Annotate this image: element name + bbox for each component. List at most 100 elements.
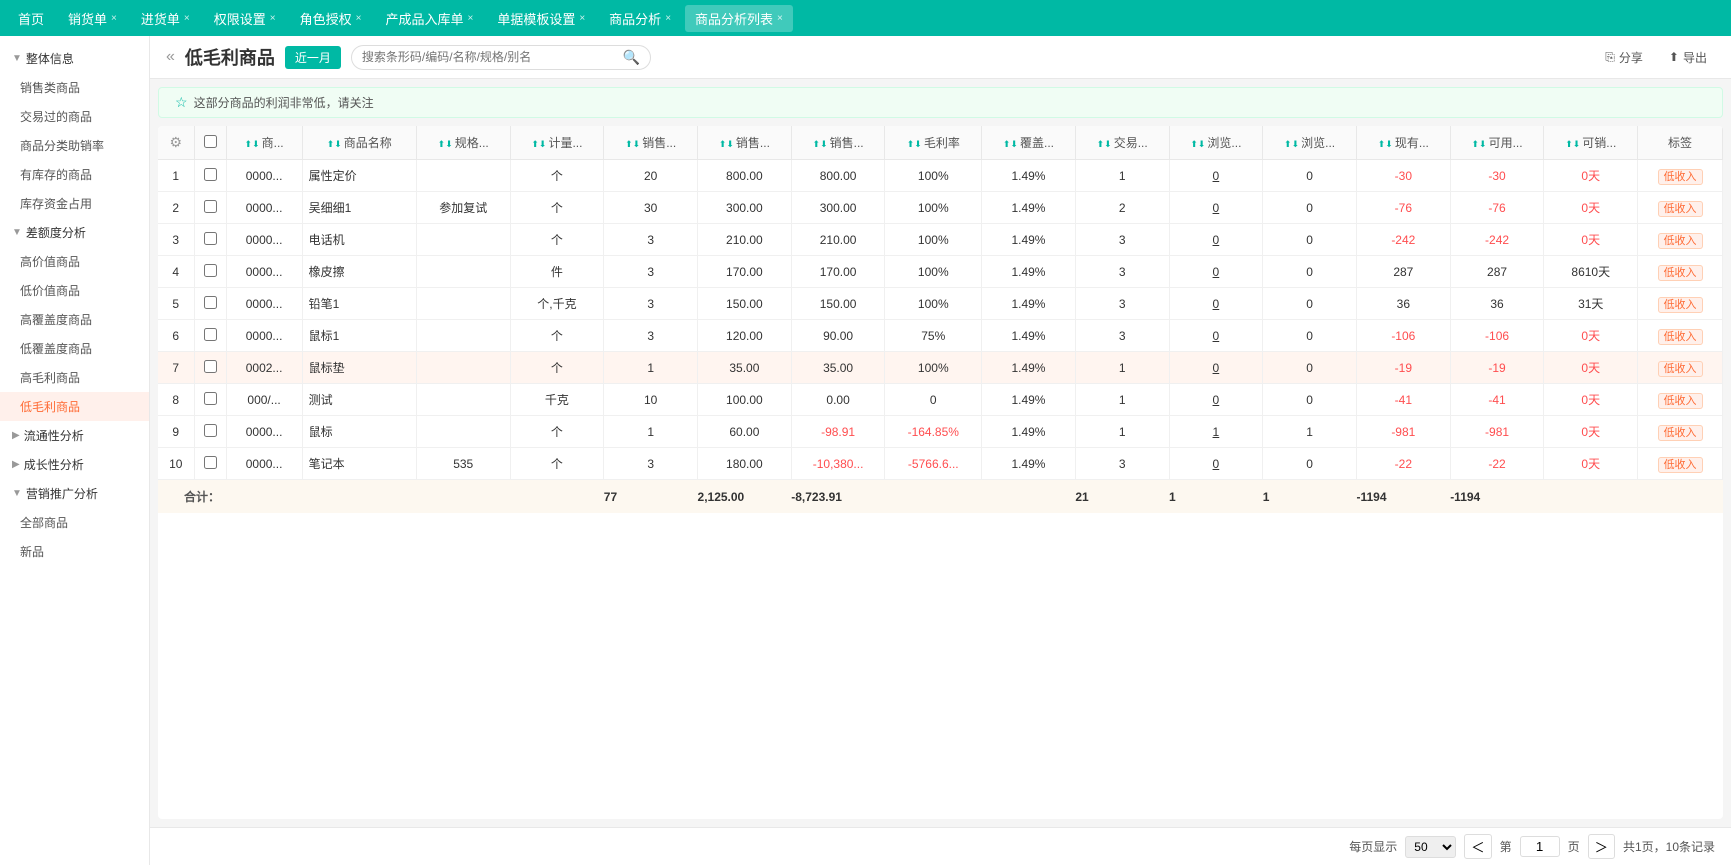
col-tag-header[interactable]: 标签 <box>1638 126 1723 160</box>
sidebar-item-new-goods[interactable]: 新品 <box>0 537 149 566</box>
row-checkbox[interactable] <box>204 328 217 341</box>
col-sales-count-header[interactable]: ⬆⬇销售... <box>604 126 698 160</box>
nav-templates-close[interactable]: × <box>579 13 585 24</box>
row-checkbox[interactable] <box>204 264 217 277</box>
sidebar-item-high-value[interactable]: 高价值商品 <box>0 247 149 276</box>
cell-checkbox[interactable] <box>194 416 226 448</box>
row-checkbox[interactable] <box>204 296 217 309</box>
sidebar-item-category-rate[interactable]: 商品分类助销率 <box>0 131 149 160</box>
cell-browse1[interactable]: 0 <box>1169 256 1263 288</box>
search-icon[interactable]: 🔍 <box>622 49 639 66</box>
sidebar-item-sales-goods[interactable]: 销售类商品 <box>0 73 149 102</box>
col-checkbox[interactable] <box>194 126 226 160</box>
share-button[interactable]: ⎘ 分享 <box>1597 46 1651 69</box>
cell-browse1[interactable]: 0 <box>1169 384 1263 416</box>
sidebar-item-low-margin[interactable]: 低毛利商品 <box>0 392 149 421</box>
export-button[interactable]: ⬆ 导出 <box>1661 46 1715 69</box>
nav-sales[interactable]: 销货单 × <box>58 5 127 32</box>
select-all-checkbox[interactable] <box>204 135 217 148</box>
browse1-link[interactable]: 0 <box>1213 201 1220 215</box>
cell-checkbox[interactable] <box>194 320 226 352</box>
col-browse2-header[interactable]: ⬆⬇浏览... <box>1263 126 1357 160</box>
col-available-header[interactable]: ⬆⬇可用... <box>1450 126 1544 160</box>
prev-page-button[interactable]: ＜ <box>1464 834 1491 859</box>
cell-browse1[interactable]: 0 <box>1169 160 1263 192</box>
cell-browse1[interactable]: 0 <box>1169 288 1263 320</box>
cell-browse1[interactable]: 0 <box>1169 320 1263 352</box>
col-settings[interactable]: ⚙ <box>158 126 194 160</box>
nav-permissions-close[interactable]: × <box>270 13 276 24</box>
cell-checkbox[interactable] <box>194 256 226 288</box>
nav-sales-close[interactable]: × <box>111 13 117 24</box>
cell-checkbox[interactable] <box>194 160 226 192</box>
per-page-select[interactable]: 50 100 200 <box>1405 836 1456 858</box>
browse1-link[interactable]: 0 <box>1213 233 1220 247</box>
col-name-header[interactable]: ⬆⬇商品名称 <box>302 126 416 160</box>
sidebar-item-all-goods[interactable]: 全部商品 <box>0 508 149 537</box>
browse1-link[interactable]: 1 <box>1213 425 1220 439</box>
page-number-input[interactable] <box>1520 836 1560 857</box>
cell-browse1[interactable]: 0 <box>1169 224 1263 256</box>
sidebar-item-low-coverage[interactable]: 低覆盖度商品 <box>0 334 149 363</box>
browse1-link[interactable]: 0 <box>1213 393 1220 407</box>
nav-analysis-list-close[interactable]: × <box>777 13 783 24</box>
sidebar-collapse-button[interactable]: « <box>166 48 175 66</box>
sidebar-item-high-margin[interactable]: 高毛利商品 <box>0 363 149 392</box>
sidebar-item-low-value[interactable]: 低价值商品 <box>0 276 149 305</box>
col-stock-header[interactable]: ⬆⬇现有... <box>1356 126 1450 160</box>
date-filter-button[interactable]: 近一月 <box>285 46 341 69</box>
browse1-link[interactable]: 0 <box>1213 297 1220 311</box>
cell-browse1[interactable]: 0 <box>1169 192 1263 224</box>
sidebar-group-general-info[interactable]: ▼ 整体信息 <box>0 44 149 73</box>
nav-home[interactable]: 首页 <box>8 5 54 32</box>
nav-analysis-list[interactable]: 商品分析列表 × <box>685 5 793 32</box>
next-page-button[interactable]: ＞ <box>1588 834 1615 859</box>
nav-analysis-close[interactable]: × <box>665 13 671 24</box>
col-unit-header[interactable]: ⬆⬇计量... <box>510 126 604 160</box>
nav-permissions[interactable]: 权限设置 × <box>204 5 286 32</box>
nav-roles-close[interactable]: × <box>356 13 362 24</box>
col-trade-header[interactable]: ⬆⬇交易... <box>1075 126 1169 160</box>
settings-icon[interactable]: ⚙ <box>169 134 182 150</box>
cell-browse1[interactable]: 0 <box>1169 352 1263 384</box>
nav-purchase-close[interactable]: × <box>184 13 190 24</box>
sidebar-item-traded-goods[interactable]: 交易过的商品 <box>0 102 149 131</box>
nav-roles[interactable]: 角色授权 × <box>290 5 372 32</box>
cell-browse1[interactable]: 0 <box>1169 448 1263 480</box>
sidebar-group-marketing[interactable]: ▼ 营销推广分析 <box>0 479 149 508</box>
col-sales-profit-header[interactable]: ⬆⬇销售... <box>791 126 885 160</box>
row-checkbox[interactable] <box>204 360 217 373</box>
cell-checkbox[interactable] <box>194 288 226 320</box>
cell-checkbox[interactable] <box>194 192 226 224</box>
col-coverage-header[interactable]: ⬆⬇覆盖... <box>982 126 1076 160</box>
cell-browse1[interactable]: 1 <box>1169 416 1263 448</box>
sidebar-item-in-stock[interactable]: 有库存的商品 <box>0 160 149 189</box>
cell-checkbox[interactable] <box>194 224 226 256</box>
col-sales-amount-header[interactable]: ⬆⬇销售... <box>698 126 792 160</box>
nav-purchase[interactable]: 进货单 × <box>131 5 200 32</box>
col-browse1-header[interactable]: ⬆⬇浏览... <box>1169 126 1263 160</box>
sidebar-item-high-coverage[interactable]: 高覆盖度商品 <box>0 305 149 334</box>
row-checkbox[interactable] <box>204 200 217 213</box>
col-margin-header[interactable]: ⬆⬇毛利率 <box>885 126 982 160</box>
browse1-link[interactable]: 0 <box>1213 361 1220 375</box>
nav-templates[interactable]: 单据模板设置 × <box>487 5 595 32</box>
cell-checkbox[interactable] <box>194 448 226 480</box>
row-checkbox[interactable] <box>204 232 217 245</box>
row-checkbox[interactable] <box>204 424 217 437</box>
sidebar-group-margin-analysis[interactable]: ▼ 差额度分析 <box>0 218 149 247</box>
browse1-link[interactable]: 0 <box>1213 169 1220 183</box>
row-checkbox[interactable] <box>204 168 217 181</box>
row-checkbox[interactable] <box>204 392 217 405</box>
col-saleable-header[interactable]: ⬆⬇可销... <box>1544 126 1638 160</box>
cell-checkbox[interactable] <box>194 384 226 416</box>
col-code-header[interactable]: ⬆⬇商... <box>226 126 302 160</box>
browse1-link[interactable]: 0 <box>1213 265 1220 279</box>
sidebar-group-growth[interactable]: ▶ 成长性分析 <box>0 450 149 479</box>
sidebar-group-liquidity[interactable]: ▶ 流通性分析 <box>0 421 149 450</box>
browse1-link[interactable]: 0 <box>1213 329 1220 343</box>
nav-products[interactable]: 产成品入库单 × <box>375 5 483 32</box>
sidebar-item-stock-funds[interactable]: 库存资金占用 <box>0 189 149 218</box>
cell-checkbox[interactable] <box>194 352 226 384</box>
search-input[interactable] <box>362 50 623 64</box>
